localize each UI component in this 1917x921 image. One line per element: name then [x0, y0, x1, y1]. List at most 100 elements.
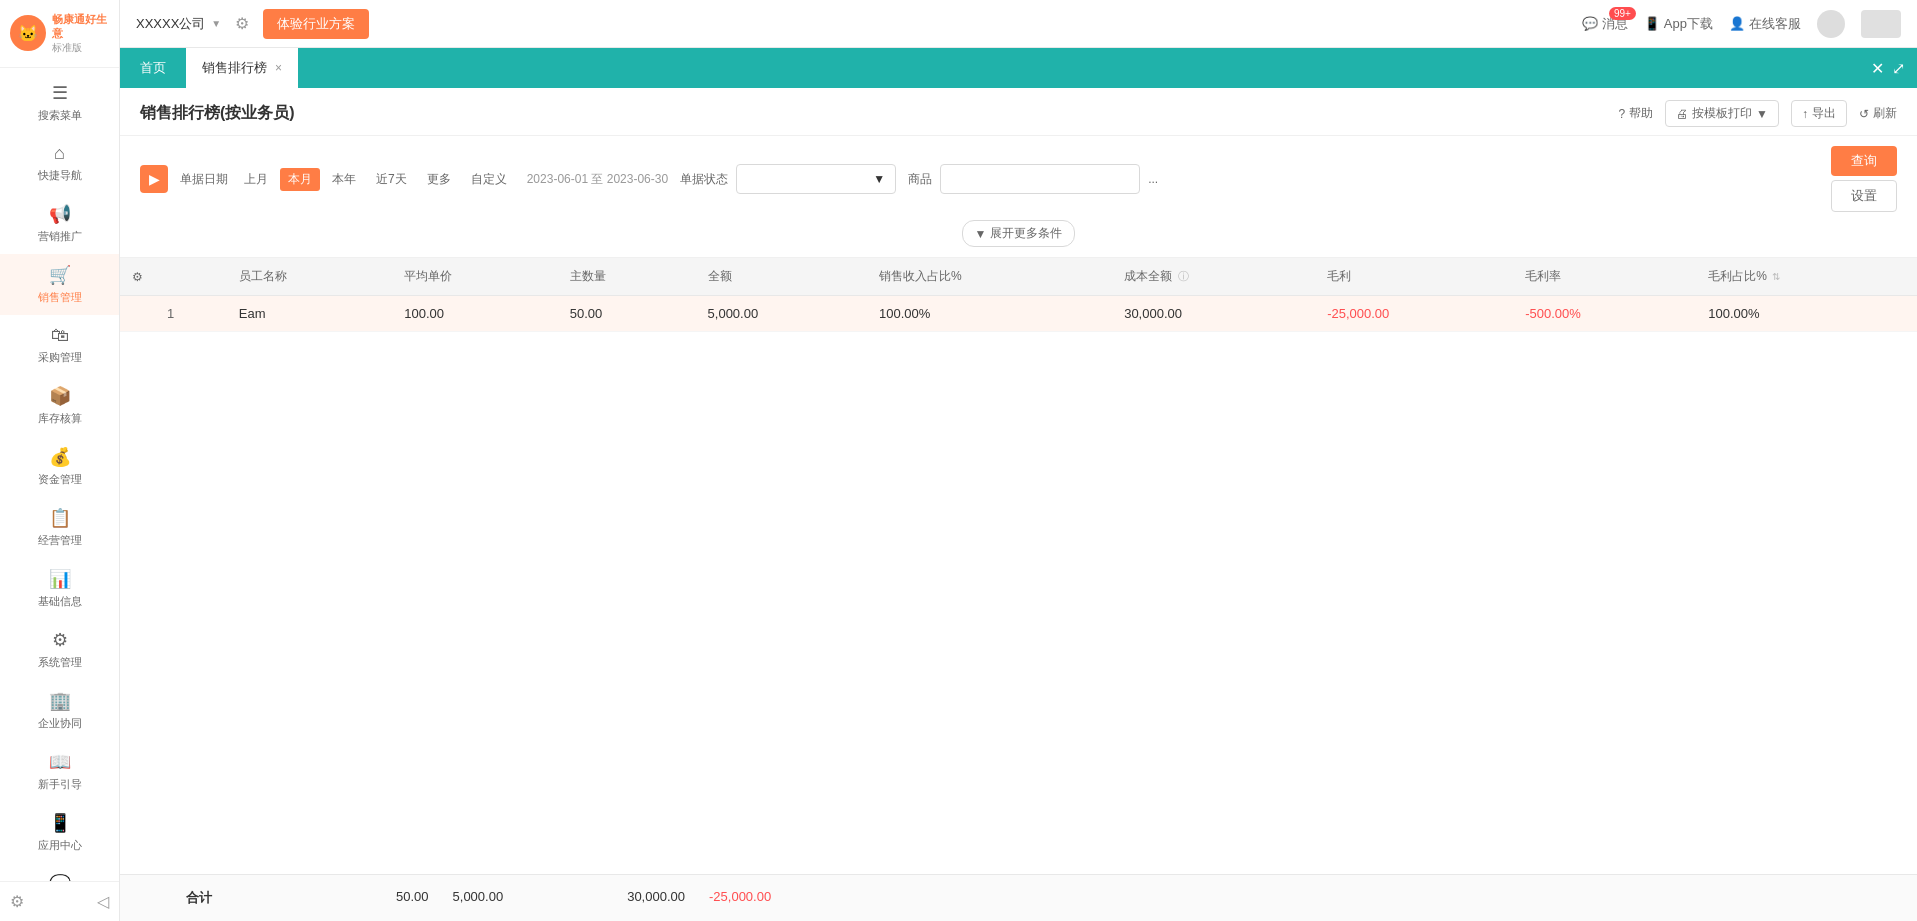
expand-label: 展开更多条件	[990, 225, 1062, 242]
app-download-btn[interactable]: 📱 App下载	[1644, 15, 1713, 33]
search-icon: ☰	[52, 82, 68, 104]
topbar: XXXXX公司 ▼ ⚙ 体验行业方案 💬 消息 99+ 📱 App下载 👤 在线…	[120, 0, 1917, 48]
gear-icon[interactable]: ⚙	[235, 14, 249, 33]
tab-sales-rank[interactable]: 销售排行榜 ×	[186, 48, 298, 88]
sidebar-item-purchase[interactable]: 🛍 采购管理	[0, 315, 119, 375]
refresh-btn[interactable]: ↺ 刷新	[1859, 105, 1897, 122]
goods-more-btn[interactable]: ...	[1148, 172, 1158, 186]
export-btn[interactable]: ↑ 导出	[1791, 100, 1847, 127]
date-option-7days[interactable]: 近7天	[368, 168, 415, 191]
export-icon: ↑	[1802, 107, 1808, 121]
th-cost: 成本全额 ⓘ	[1112, 258, 1315, 296]
print-chevron-icon: ▼	[1756, 107, 1768, 121]
service-label: 在线客服	[1749, 15, 1801, 33]
footer-amount: 5,000.00	[441, 885, 516, 911]
help-btn[interactable]: ? 帮助	[1618, 105, 1653, 122]
query-btn[interactable]: 查询	[1831, 146, 1897, 176]
status-chevron-icon: ▼	[873, 172, 885, 186]
cost-info-icon[interactable]: ⓘ	[1178, 270, 1189, 282]
table-footer: 合计 50.00 5,000.00 30,000.00 -25,000.00	[120, 874, 1917, 921]
sidebar-item-label: 销售管理	[38, 290, 82, 305]
sidebar-item-sales[interactable]: 🛒 销售管理	[0, 254, 119, 315]
collapse-sidebar-btn[interactable]: ◁	[97, 892, 109, 911]
trial-button[interactable]: 体验行业方案	[263, 9, 369, 39]
td-settings	[120, 296, 155, 332]
td-cost: 30,000.00	[1112, 296, 1315, 332]
avatar[interactable]	[1817, 10, 1845, 38]
sidebar-item-search[interactable]: ☰ 搜索菜单	[0, 72, 119, 133]
sidebar-item-apps[interactable]: 📱 应用中心	[0, 802, 119, 863]
help-icon: ?	[1618, 107, 1625, 121]
tab-close-window-icon[interactable]: ✕	[1871, 59, 1884, 78]
sidebar-item-quicknav[interactable]: ⌂ 快捷导航	[0, 133, 119, 193]
date-option-more[interactable]: 更多	[419, 168, 459, 191]
table-body: 1 Eam 100.00 50.00 5,000.00 100.00% 30,0…	[120, 296, 1917, 332]
th-settings[interactable]: ⚙	[120, 258, 155, 296]
td-rank: 1	[155, 296, 227, 332]
date-option-custom[interactable]: 自定义	[463, 168, 515, 191]
sidebar-item-label: 系统管理	[38, 655, 82, 670]
service-btn[interactable]: 👤 在线客服	[1729, 15, 1801, 33]
date-filter-group: 单据日期 上月 本月 本年 近7天 更多 自定义 2023-06-01 至 20…	[180, 168, 668, 191]
tab-home[interactable]: 首页	[120, 48, 186, 88]
main-area: XXXXX公司 ▼ ⚙ 体验行业方案 💬 消息 99+ 📱 App下载 👤 在线…	[120, 0, 1917, 921]
th-gross-pct: 毛利占比% ⇅	[1696, 258, 1917, 296]
print-btn[interactable]: 🖨 按模板打印 ▼	[1665, 100, 1779, 127]
th-name: 员工名称	[227, 258, 392, 296]
company-name: XXXXX公司	[136, 15, 205, 33]
date-range-text: 2023-06-01 至 2023-06-30	[527, 171, 668, 188]
goods-select[interactable]	[940, 164, 1140, 194]
inventory-icon: 📦	[49, 385, 71, 407]
sidebar-item-wechat[interactable]: 💬 企业微信	[0, 863, 119, 881]
sidebar-item-base[interactable]: 📊 基础信息	[0, 558, 119, 619]
date-filter-label: 单据日期	[180, 171, 228, 188]
sidebar-item-system[interactable]: ⚙ 系统管理	[0, 619, 119, 680]
tabbar: 首页 销售排行榜 × ✕ ⤢	[120, 48, 1917, 88]
settings-footer-btn[interactable]: ⚙	[10, 892, 24, 911]
footer-gross: -25,000.00	[697, 885, 783, 911]
active-tab-label: 销售排行榜	[202, 59, 267, 77]
footer-total-label: 合计	[174, 885, 224, 911]
expand-more-btn[interactable]: ▼ 展开更多条件	[962, 220, 1076, 247]
sidebar-item-management[interactable]: 📋 经营管理	[0, 497, 119, 558]
td-gross-rate: -500.00%	[1513, 296, 1696, 332]
th-avg-price: 平均单价	[392, 258, 557, 296]
th-gross: 毛利	[1315, 258, 1513, 296]
sidebar-item-guide[interactable]: 📖 新手引导	[0, 741, 119, 802]
header-actions: ? 帮助 🖨 按模板打印 ▼ ↑ 导出 ↺ 刷新	[1618, 100, 1897, 127]
status-filter-group: 单据状态 ▼	[680, 164, 896, 194]
date-option-this-year[interactable]: 本年	[324, 168, 364, 191]
app-icon: 📱	[1644, 16, 1660, 31]
service-icon: 👤	[1729, 16, 1745, 31]
setting-btn[interactable]: 设置	[1831, 180, 1897, 212]
logo-sub: 标准版	[52, 41, 109, 55]
status-select[interactable]: ▼	[736, 164, 896, 194]
msg-btn[interactable]: 💬 消息 99+	[1582, 15, 1628, 33]
sidebar-item-marketing[interactable]: 📢 营销推广	[0, 193, 119, 254]
sidebar-item-enterprise[interactable]: 🏢 企业协同	[0, 680, 119, 741]
expand-more-row: ▼ 展开更多条件	[140, 220, 1897, 247]
msg-icon: 💬	[1582, 16, 1598, 31]
tab-close-icon[interactable]: ×	[275, 61, 282, 75]
sidebar-item-inventory[interactable]: 📦 库存核算	[0, 375, 119, 436]
sidebar-item-label: 库存核算	[38, 411, 82, 426]
td-sales-pct: 100.00%	[867, 296, 1112, 332]
sidebar-footer: ⚙ ◁	[0, 881, 119, 921]
date-option-last-month[interactable]: 上月	[236, 168, 276, 191]
gross-pct-sort-icon[interactable]: ⇅	[1772, 271, 1780, 282]
guide-icon: 📖	[49, 751, 71, 773]
management-icon: 📋	[49, 507, 71, 529]
footer-avg-empty	[304, 885, 384, 911]
td-avg-price: 100.00	[392, 296, 557, 332]
filter-toggle-btn[interactable]: ▶	[140, 165, 168, 193]
sidebar-item-finance[interactable]: 💰 资金管理	[0, 436, 119, 497]
sales-icon: 🛒	[49, 264, 71, 286]
logo-text: 畅康通好生意	[52, 12, 109, 41]
footer-qty: 50.00	[384, 885, 441, 911]
logo-area: 🐱 畅康通好生意 标准版	[0, 0, 119, 68]
date-option-this-month[interactable]: 本月	[280, 168, 320, 191]
company-selector[interactable]: XXXXX公司 ▼	[136, 15, 221, 33]
table-row: 1 Eam 100.00 50.00 5,000.00 100.00% 30,0…	[120, 296, 1917, 332]
tab-fullscreen-icon[interactable]: ⤢	[1892, 59, 1905, 78]
page-content: 销售排行榜(按业务员) ? 帮助 🖨 按模板打印 ▼ ↑ 导出 ↺ 刷新	[120, 88, 1917, 921]
